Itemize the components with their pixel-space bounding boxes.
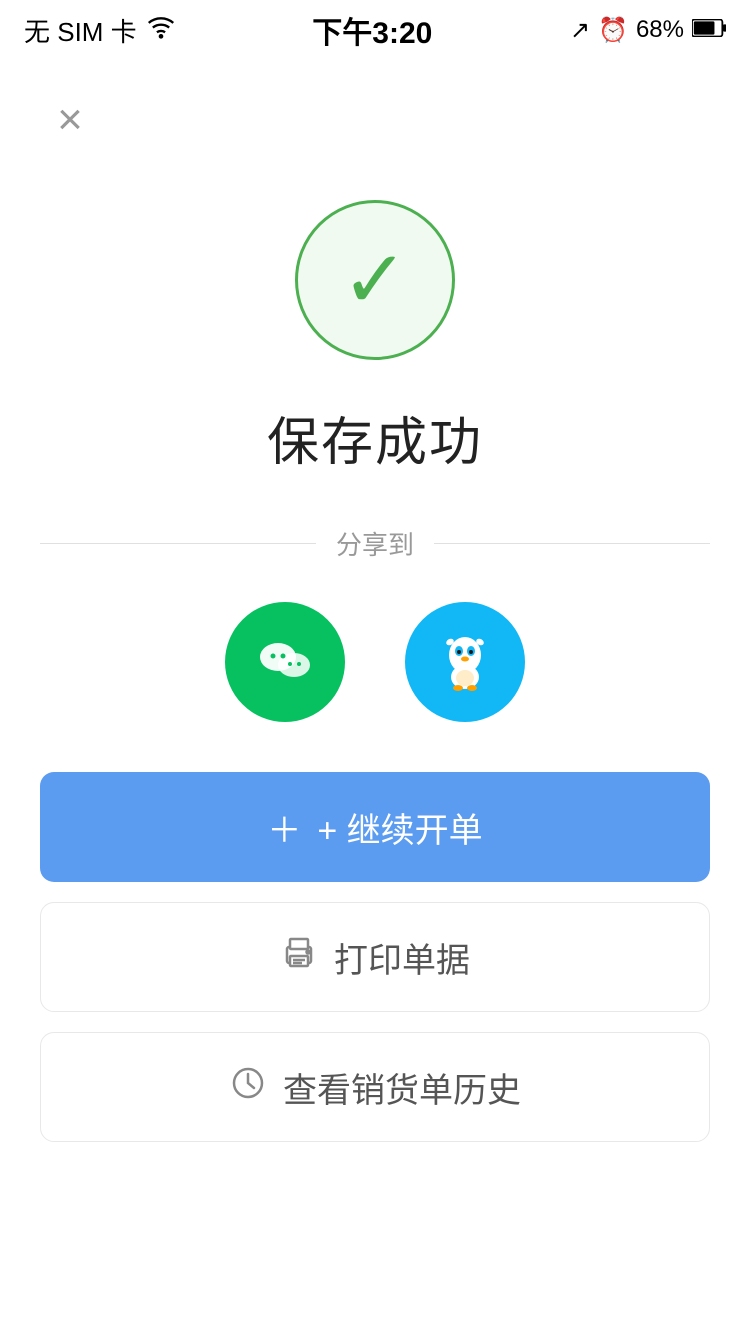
share-section: 分享到 bbox=[0, 525, 750, 722]
history-button[interactable]: 查看销货单历史 bbox=[40, 1032, 710, 1142]
alarm-icon: ⏰ bbox=[598, 16, 628, 45]
status-time: 下午3:20 bbox=[312, 8, 432, 52]
print-button[interactable]: 打印单据 bbox=[40, 902, 710, 1012]
status-bar: 无 SIM 卡 下午3:20 ↗ ⏰ 68% bbox=[0, 0, 750, 60]
buttons-section: ＋ + 继续开单 打印单据 bbox=[0, 772, 750, 1142]
location-icon: ↗ bbox=[570, 16, 590, 45]
success-title: 保存成功 bbox=[267, 400, 483, 475]
share-label: 分享到 bbox=[336, 525, 414, 562]
printer-icon bbox=[280, 934, 318, 981]
clock-icon bbox=[229, 1064, 267, 1111]
share-divider: 分享到 bbox=[40, 525, 710, 562]
close-button[interactable]: × bbox=[30, 80, 110, 160]
close-icon: × bbox=[57, 98, 83, 142]
continue-label: + 继续开单 bbox=[317, 803, 482, 852]
plus-icon: ＋ bbox=[267, 803, 301, 852]
battery-text: 68% bbox=[636, 16, 684, 44]
print-label: 打印单据 bbox=[334, 933, 470, 982]
status-left: 无 SIM 卡 bbox=[24, 12, 175, 49]
share-icons bbox=[40, 602, 710, 722]
main-content: ✓ 保存成功 分享到 bbox=[0, 180, 750, 1182]
carrier-text: 无 SIM 卡 bbox=[24, 12, 137, 49]
success-circle: ✓ bbox=[295, 200, 455, 360]
status-right: ↗ ⏰ 68% bbox=[570, 16, 726, 45]
history-label: 查看销货单历史 bbox=[283, 1063, 521, 1112]
qq-share-button[interactable] bbox=[405, 602, 525, 722]
continue-button[interactable]: ＋ + 继续开单 bbox=[40, 772, 710, 882]
wechat-icon bbox=[250, 627, 320, 697]
battery-icon bbox=[692, 16, 726, 44]
wifi-icon bbox=[147, 13, 175, 48]
wechat-share-button[interactable] bbox=[225, 602, 345, 722]
qq-icon bbox=[430, 627, 500, 697]
checkmark-icon: ✓ bbox=[341, 240, 408, 320]
